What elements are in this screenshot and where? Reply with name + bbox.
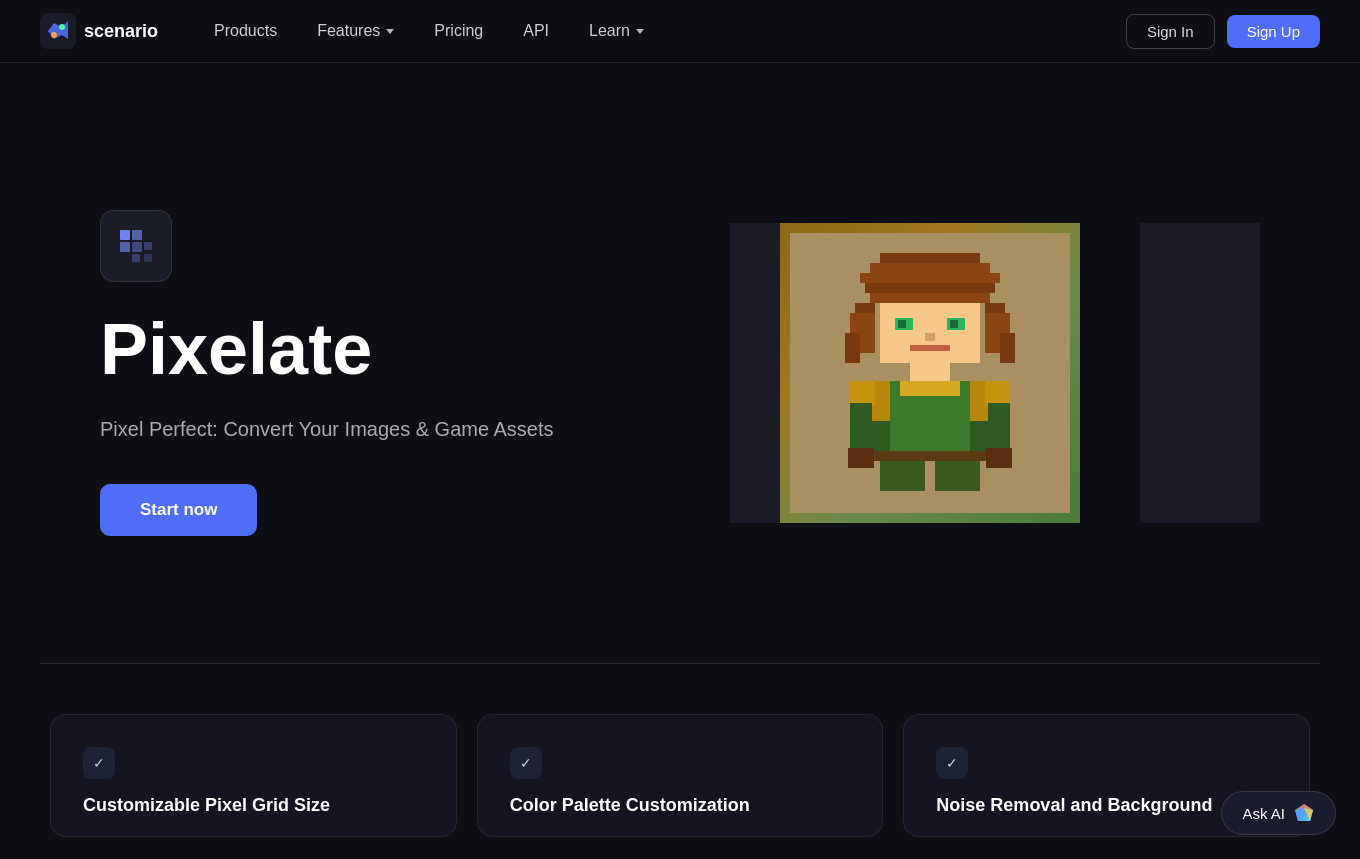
- ai-gem-icon: [1293, 802, 1315, 824]
- svg-rect-35: [845, 333, 860, 363]
- hero-image-container: [730, 223, 1260, 523]
- svg-rect-43: [986, 448, 1012, 468]
- image-panel-right: [1140, 223, 1260, 523]
- logo-link[interactable]: scenario: [40, 13, 158, 49]
- signup-button[interactable]: Sign Up: [1227, 15, 1320, 48]
- hero-title: Pixelate: [100, 310, 554, 389]
- feature-check-icon-1: ✓: [510, 747, 542, 779]
- svg-rect-8: [132, 254, 140, 262]
- svg-rect-21: [898, 320, 906, 328]
- pixelate-icon-svg: [116, 226, 156, 266]
- nav-item-api[interactable]: API: [507, 14, 565, 48]
- nav-links: Products Features Pricing API: [198, 14, 660, 48]
- features-section: ✓ Customizable Pixel Grid Size ✓ Color P…: [0, 664, 1360, 847]
- chevron-down-icon: [386, 29, 394, 34]
- nav-link-learn[interactable]: Learn: [573, 14, 660, 48]
- svg-rect-4: [132, 230, 142, 240]
- brand-name: scenario: [84, 21, 158, 42]
- ask-ai-label: Ask AI: [1242, 805, 1285, 822]
- image-panel-left: [730, 223, 785, 523]
- svg-rect-13: [860, 273, 1000, 283]
- chevron-down-icon: [636, 29, 644, 34]
- svg-rect-6: [132, 242, 142, 252]
- svg-rect-12: [870, 263, 990, 273]
- svg-rect-40: [850, 403, 872, 453]
- nav-item-pricing[interactable]: Pricing: [418, 14, 499, 48]
- hero-content: Pixelate Pixel Perfect: Convert Your Ima…: [100, 210, 554, 535]
- svg-rect-24: [910, 345, 950, 351]
- svg-rect-38: [850, 381, 875, 406]
- svg-rect-41: [988, 403, 1010, 453]
- nav-link-features[interactable]: Features: [301, 14, 410, 48]
- image-panel-center: [780, 223, 1080, 523]
- feature-card-1: ✓ Color Palette Customization: [477, 714, 884, 837]
- feature-check-icon-0: ✓: [83, 747, 115, 779]
- hero-image-area: [730, 223, 1260, 523]
- svg-rect-9: [144, 254, 152, 262]
- svg-rect-37: [1000, 333, 1015, 363]
- svg-rect-3: [120, 230, 130, 240]
- svg-rect-7: [144, 242, 152, 250]
- svg-rect-31: [870, 451, 990, 461]
- svg-rect-33: [935, 461, 980, 491]
- svg-rect-42: [848, 448, 874, 468]
- hero-subtitle: Pixel Perfect: Convert Your Images & Gam…: [100, 414, 554, 444]
- nav-right: Sign In Sign Up: [1126, 14, 1320, 49]
- svg-rect-15: [870, 293, 990, 303]
- svg-rect-30: [900, 381, 960, 396]
- feature-card-0: ✓ Customizable Pixel Grid Size: [50, 714, 457, 837]
- svg-rect-11: [880, 253, 980, 263]
- hero-section: Pixelate Pixel Perfect: Convert Your Ima…: [0, 63, 1360, 663]
- feature-check-icon-2: ✓: [936, 747, 968, 779]
- nav-link-products[interactable]: Products: [198, 14, 293, 48]
- feature-title-1: Color Palette Customization: [510, 795, 851, 816]
- signin-button[interactable]: Sign In: [1126, 14, 1215, 49]
- svg-rect-32: [880, 461, 925, 491]
- svg-rect-22: [950, 320, 958, 328]
- navbar: scenario Products Features Pricing: [0, 0, 1360, 63]
- svg-point-2: [59, 24, 65, 30]
- start-now-button[interactable]: Start now: [100, 484, 257, 536]
- pixel-character-svg: [790, 233, 1070, 513]
- nav-item-products[interactable]: Products: [198, 14, 293, 48]
- svg-rect-14: [865, 283, 995, 293]
- nav-item-features[interactable]: Features: [301, 14, 410, 48]
- logo-icon: [40, 13, 76, 49]
- nav-left: scenario Products Features Pricing: [40, 13, 660, 49]
- feature-title-0: Customizable Pixel Grid Size: [83, 795, 424, 816]
- nav-item-learn[interactable]: Learn: [573, 14, 660, 48]
- svg-rect-23: [925, 333, 935, 341]
- svg-point-1: [51, 32, 57, 38]
- svg-rect-5: [120, 242, 130, 252]
- product-icon: [100, 210, 172, 282]
- nav-link-api[interactable]: API: [507, 14, 565, 48]
- svg-rect-39: [985, 381, 1010, 406]
- nav-link-pricing[interactable]: Pricing: [418, 14, 499, 48]
- svg-rect-25: [910, 363, 950, 383]
- ask-ai-button[interactable]: Ask AI: [1221, 791, 1336, 835]
